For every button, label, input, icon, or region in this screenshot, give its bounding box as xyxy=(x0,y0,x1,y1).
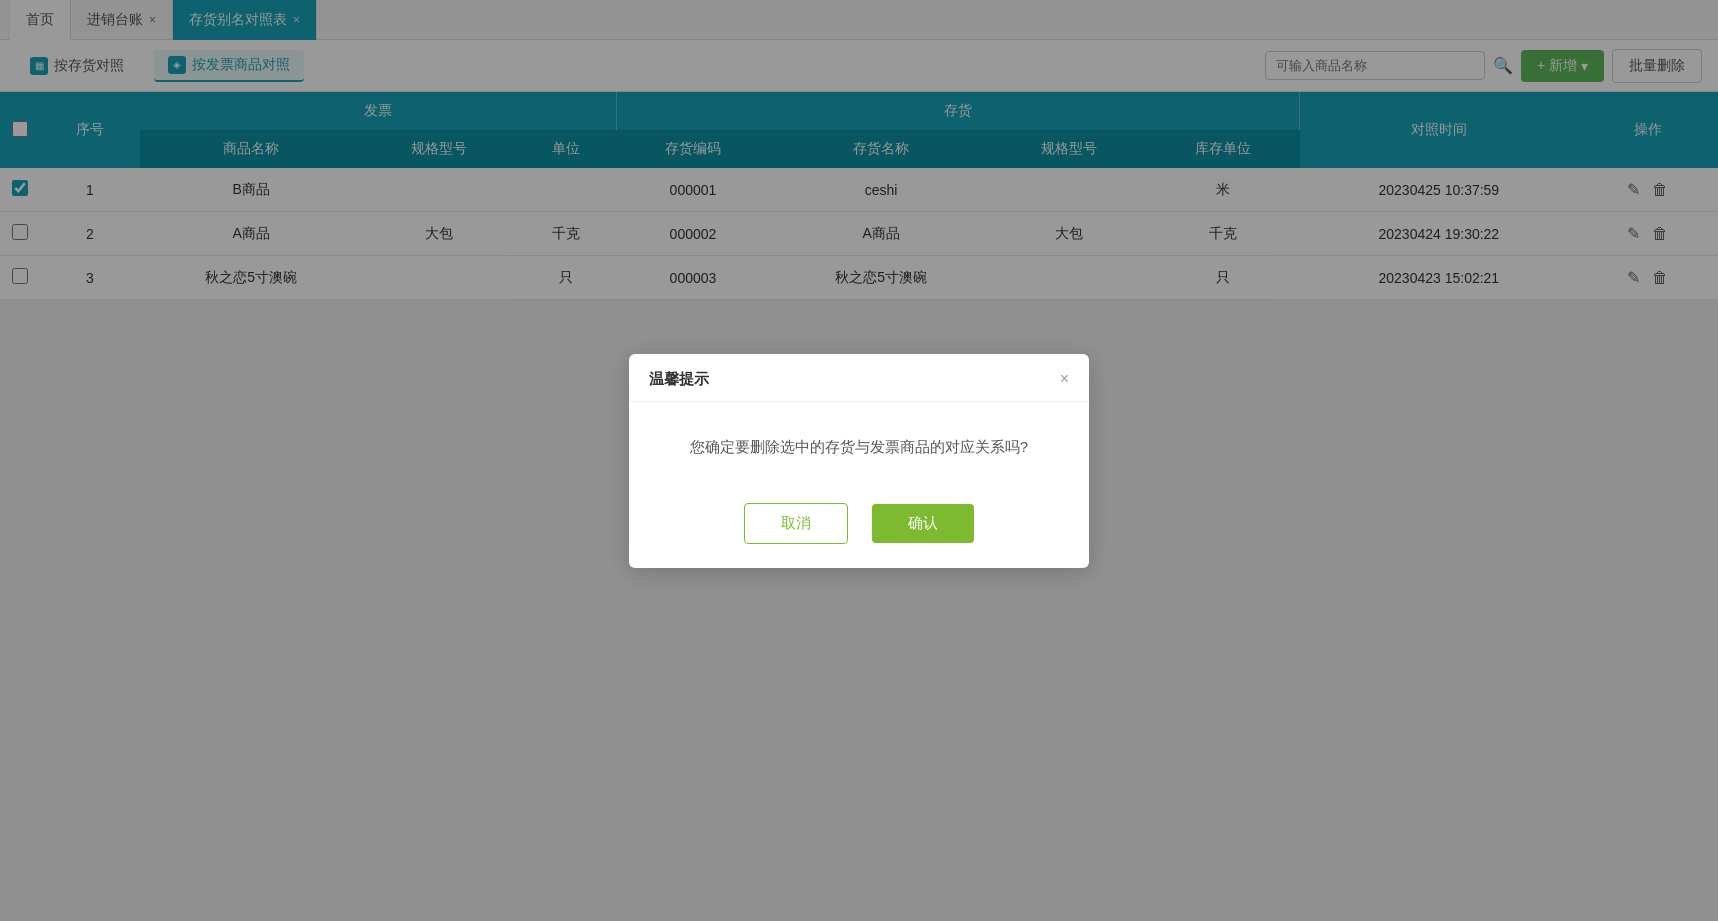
overlay: 温馨提示 × 您确定要删除选中的存货与发票商品的对应关系吗? 取消 确认 xyxy=(0,0,1718,300)
